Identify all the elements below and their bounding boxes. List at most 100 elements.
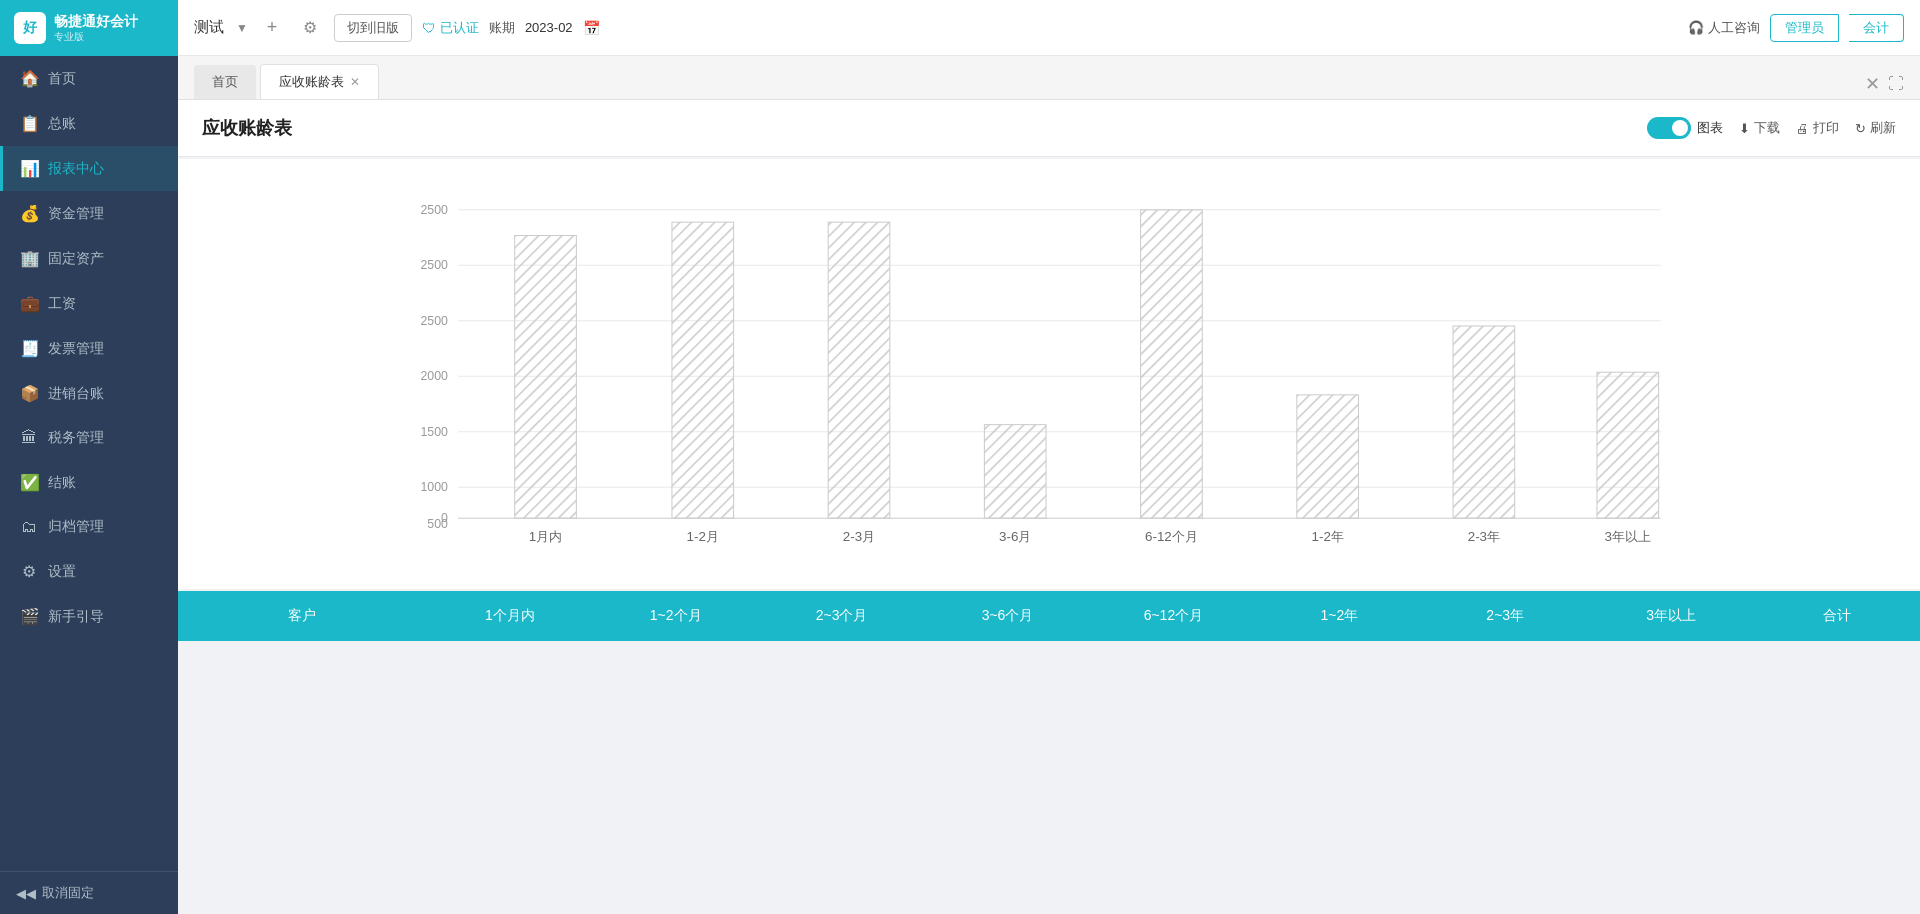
svg-text:2500: 2500 xyxy=(420,203,448,217)
sidebar-item-assets[interactable]: 🏢 固定资产 xyxy=(0,236,178,281)
payroll-icon: 💼 xyxy=(20,294,38,313)
topbar: 测试 ▼ + ⚙ 切到旧版 🛡 已认证 账期 2023-02 📅 🎧 人工咨询 … xyxy=(178,0,1920,56)
sidebar-item-invoice[interactable]: 🧾 发票管理 xyxy=(0,326,178,371)
sidebar-item-label: 归档管理 xyxy=(48,518,104,536)
sidebar-item-label: 报表中心 xyxy=(48,160,104,178)
page-actions: 图表 ⬇ 下载 🖨 打印 ↻ 刷新 xyxy=(1647,117,1896,139)
sidebar-item-settings[interactable]: ⚙ 设置 xyxy=(0,549,178,594)
sidebar-item-archive[interactable]: 🗂 归档管理 xyxy=(0,505,178,549)
archive-icon: 🗂 xyxy=(20,518,38,536)
svg-text:2500: 2500 xyxy=(420,314,448,328)
table-area: 客户 1个月内 1~2个月 2~3个月 3~6个月 6~12个月 1~2年 2~… xyxy=(178,591,1920,641)
th-1-2m: 1~2个月 xyxy=(593,607,759,625)
th-6-12m: 6~12个月 xyxy=(1090,607,1256,625)
tab-ar-aging-label: 应收账龄表 xyxy=(279,73,344,91)
pin-icon: ◀◀ xyxy=(16,886,36,901)
bar-6-12月 xyxy=(1141,210,1203,518)
company-name: 测试 xyxy=(194,18,224,37)
maximize-icon[interactable]: ⛶ xyxy=(1888,75,1904,93)
sidebar-menu: 🏠 首页 📋 总账 📊 报表中心 💰 资金管理 🏢 固定资产 💼 工资 🧾 发票… xyxy=(0,56,178,871)
chart-toggle-wrap: 图表 xyxy=(1647,117,1723,139)
chart-svg: 2500 2500 2500 2000 1500 1000 500 0 xyxy=(198,179,1890,549)
bar-3-6月 xyxy=(984,425,1046,519)
sidebar-item-funds[interactable]: 💰 资金管理 xyxy=(0,191,178,236)
close-window-icon[interactable]: ✕ xyxy=(1865,73,1880,95)
calendar-icon[interactable]: 📅 xyxy=(583,20,600,36)
svg-text:3年以上: 3年以上 xyxy=(1605,529,1651,544)
cancel-fixed-button[interactable]: ◀◀ 取消固定 xyxy=(0,871,178,914)
bar-2-3年 xyxy=(1453,326,1515,518)
inventory-icon: 📦 xyxy=(20,384,38,403)
tab-ar-aging[interactable]: 应收账龄表 ✕ xyxy=(260,64,379,99)
switch-version-button[interactable]: 切到旧版 xyxy=(334,14,412,42)
sidebar-item-label: 工资 xyxy=(48,295,76,313)
sidebar-item-label: 首页 xyxy=(48,70,76,88)
sidebar-item-tax[interactable]: 🏛 税务管理 xyxy=(0,416,178,460)
assets-icon: 🏢 xyxy=(20,249,38,268)
tab-home-label: 首页 xyxy=(212,73,238,91)
th-1m: 1个月内 xyxy=(427,607,593,625)
page-header: 应收账龄表 图表 ⬇ 下载 🖨 打印 ↻ 刷新 xyxy=(178,100,1920,157)
svg-text:6-12个月: 6-12个月 xyxy=(1145,529,1198,544)
sidebar-item-close[interactable]: ✅ 结账 xyxy=(0,460,178,505)
funds-icon: 💰 xyxy=(20,204,38,223)
service-label: 人工咨询 xyxy=(1708,19,1760,37)
download-button[interactable]: ⬇ 下载 xyxy=(1739,119,1780,137)
period-value: 2023-02 xyxy=(525,20,573,35)
sidebar-item-payroll[interactable]: 💼 工资 xyxy=(0,281,178,326)
chart-toggle[interactable] xyxy=(1647,117,1691,139)
sidebar-item-guide[interactable]: 🎬 新手引导 xyxy=(0,594,178,639)
sidebar-item-reports[interactable]: 📊 报表中心 xyxy=(0,146,178,191)
svg-text:1500: 1500 xyxy=(420,425,448,439)
home-icon: 🏠 xyxy=(20,69,38,88)
certified-icon: 🛡 xyxy=(422,20,436,36)
main-area: 测试 ▼ + ⚙ 切到旧版 🛡 已认证 账期 2023-02 📅 🎧 人工咨询 … xyxy=(178,0,1920,914)
print-icon: 🖨 xyxy=(1796,121,1809,136)
sidebar-item-inventory[interactable]: 📦 进销台账 xyxy=(0,371,178,416)
tab-home[interactable]: 首页 xyxy=(194,65,256,99)
svg-text:2-3年: 2-3年 xyxy=(1468,529,1500,544)
certified-label: 已认证 xyxy=(440,19,479,37)
refresh-button[interactable]: ↻ 刷新 xyxy=(1855,119,1896,137)
tax-icon: 🏛 xyxy=(20,429,38,447)
sidebar-item-label: 资金管理 xyxy=(48,205,104,223)
bar-1-2年 xyxy=(1297,395,1359,518)
tab-close-icon[interactable]: ✕ xyxy=(350,75,360,89)
svg-text:1-2月: 1-2月 xyxy=(687,529,719,544)
print-button[interactable]: 🖨 打印 xyxy=(1796,119,1839,137)
app-name-block: 畅捷通好会计 专业版 xyxy=(54,12,138,44)
sidebar-item-label: 结账 xyxy=(48,474,76,492)
sidebar-item-label: 进销台账 xyxy=(48,385,104,403)
sidebar-item-ledger[interactable]: 📋 总账 xyxy=(0,101,178,146)
role-button[interactable]: 会计 xyxy=(1849,14,1904,42)
company-dropdown-icon[interactable]: ▼ xyxy=(236,21,248,35)
refresh-icon: ↻ xyxy=(1855,121,1866,136)
period-label: 账期 xyxy=(489,19,515,37)
close-period-icon: ✅ xyxy=(20,473,38,492)
reports-icon: 📊 xyxy=(20,159,38,178)
sidebar-item-label: 总账 xyxy=(48,115,76,133)
toggle-label: 图表 xyxy=(1697,119,1723,137)
th-customer: 客户 xyxy=(178,607,427,625)
svg-text:0: 0 xyxy=(441,511,448,525)
table-header: 客户 1个月内 1~2个月 2~3个月 3~6个月 6~12个月 1~2年 2~… xyxy=(178,591,1920,641)
settings-button[interactable]: ⚙ xyxy=(296,14,324,42)
svg-text:3-6月: 3-6月 xyxy=(999,529,1031,544)
svg-text:2-3月: 2-3月 xyxy=(843,529,875,544)
app-name: 畅捷通好会计 xyxy=(54,12,138,30)
th-2-3y: 2~3年 xyxy=(1422,607,1588,625)
svg-text:1000: 1000 xyxy=(420,480,448,494)
tabbar: 首页 应收账龄表 ✕ ✕ ⛶ xyxy=(178,56,1920,100)
user-button[interactable]: 管理员 xyxy=(1770,14,1839,42)
bar-chart: 2500 2500 2500 2000 1500 1000 500 0 xyxy=(198,179,1890,549)
bar-3年以上 xyxy=(1597,372,1659,518)
sidebar-item-home[interactable]: 🏠 首页 xyxy=(0,56,178,101)
sidebar-logo: 好 畅捷通好会计 专业版 xyxy=(0,0,178,56)
add-company-button[interactable]: + xyxy=(258,14,286,42)
sidebar-item-label: 税务管理 xyxy=(48,429,104,447)
service-button[interactable]: 🎧 人工咨询 xyxy=(1688,19,1760,37)
bar-1月内 xyxy=(515,236,577,519)
app-logo-icon: 好 xyxy=(14,12,46,44)
guide-icon: 🎬 xyxy=(20,607,38,626)
th-3y-plus: 3年以上 xyxy=(1588,607,1754,625)
